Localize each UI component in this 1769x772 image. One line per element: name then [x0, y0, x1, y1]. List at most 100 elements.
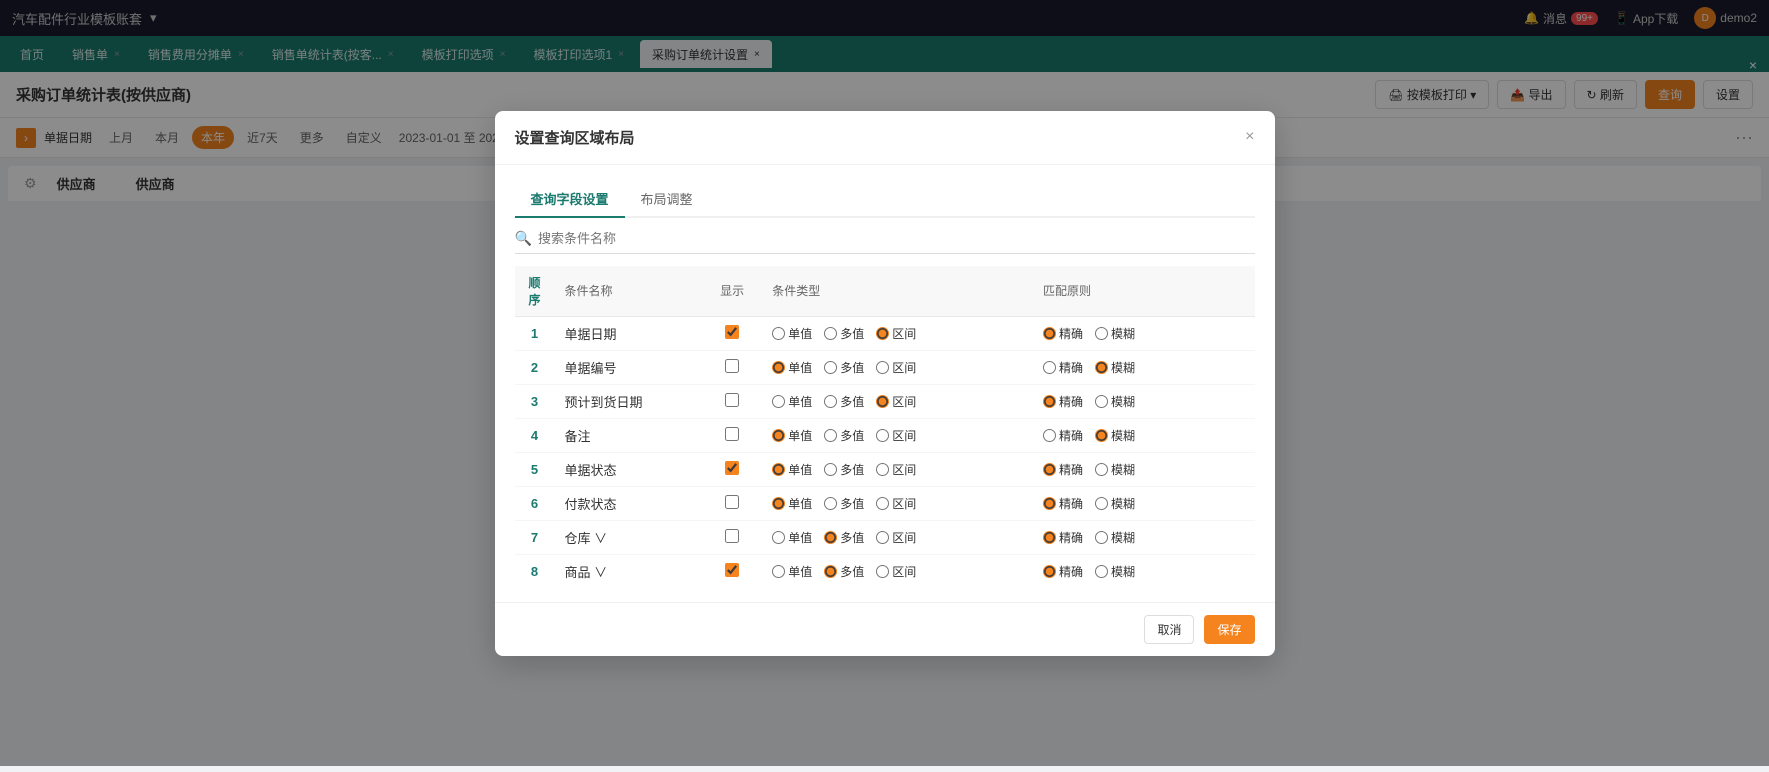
row-order-3: 3: [515, 384, 555, 418]
type-radio-type_multi-2[interactable]: 多值: [824, 359, 864, 376]
type-radio-type_single-4[interactable]: 单值: [772, 427, 812, 444]
match-radio-match_exact-2[interactable]: 精确: [1043, 359, 1083, 376]
dialog-body: 查询字段设置 布局调整 🔍 顺序 条件名称 显示 条件类型: [495, 165, 1275, 602]
type-radio-type_single-1[interactable]: 单值: [772, 325, 812, 342]
table-row: 2单据编号单值多值区间精确模糊: [515, 350, 1255, 384]
row-name-8: 商品 ∨: [555, 554, 703, 586]
type-radio-type_range-1[interactable]: 区间: [876, 325, 916, 342]
row-show-3: [702, 384, 762, 418]
match-radio-match_fuzzy-7[interactable]: 模糊: [1095, 529, 1135, 546]
match-radio-match_fuzzy-1[interactable]: 模糊: [1095, 325, 1135, 342]
row-name-1: 单据日期: [555, 316, 703, 350]
match-radio-match_exact-7[interactable]: 精确: [1043, 529, 1083, 546]
show-checkbox-2[interactable]: [725, 359, 739, 373]
table-row: 8商品 ∨ 单值多值区间 精确模糊: [515, 554, 1255, 586]
type-radio-type_range-5[interactable]: 区间: [876, 461, 916, 478]
row-show-8: [702, 554, 762, 586]
type-radio-type_range-2[interactable]: 区间: [876, 359, 916, 376]
row-show-5: [702, 452, 762, 486]
table-row: 4备注 单值多值区间 精确模糊: [515, 418, 1255, 452]
match-radio-match_exact-6[interactable]: 精确: [1043, 495, 1083, 512]
type-radio-type_single-3[interactable]: 单值: [772, 393, 812, 410]
row-match-3: 精确模糊: [1033, 384, 1255, 418]
match-radio-match_exact-3[interactable]: 精确: [1043, 393, 1083, 410]
table-row: 7仓库 ∨单值多值区间精确模糊: [515, 520, 1255, 554]
row-name-5: 单据状态: [555, 452, 703, 486]
dialog-tabs: 查询字段设置 布局调整: [515, 181, 1255, 218]
show-checkbox-5[interactable]: [725, 461, 739, 475]
type-radio-type_multi-1[interactable]: 多值: [824, 325, 864, 342]
save-button[interactable]: 保存: [1204, 615, 1254, 644]
show-checkbox-7[interactable]: [725, 529, 739, 543]
type-radio-type_single-7[interactable]: 单值: [772, 529, 812, 546]
tab-query-fields[interactable]: 查询字段设置: [515, 181, 625, 218]
modal-overlay: 设置查询区域布局 × 查询字段设置 布局调整 🔍 顺序: [0, 0, 1769, 766]
dialog-footer: 取消 保存: [495, 602, 1275, 656]
row-type-7: 单值多值区间: [762, 520, 1033, 554]
type-radio-type_multi-3[interactable]: 多值: [824, 393, 864, 410]
type-radio-type_multi-8[interactable]: 多值: [824, 563, 864, 580]
match-radio-match_fuzzy-3[interactable]: 模糊: [1095, 393, 1135, 410]
match-radio-match_fuzzy-8[interactable]: 模糊: [1095, 563, 1135, 580]
show-checkbox-3[interactable]: [725, 393, 739, 407]
type-radio-type_multi-6[interactable]: 多值: [824, 495, 864, 512]
row-match-1: 精确模糊: [1033, 316, 1255, 350]
type-radio-type_multi-4[interactable]: 多值: [824, 427, 864, 444]
table-row: 6付款状态 单值多值区间 精确模糊: [515, 486, 1255, 520]
row-type-2: 单值多值区间: [762, 350, 1033, 384]
row-match-5: 精确模糊: [1033, 452, 1255, 486]
dialog-header: 设置查询区域布局 ×: [495, 111, 1275, 165]
match-radio-match_fuzzy-4[interactable]: 模糊: [1095, 427, 1135, 444]
table-row: 5单据状态单值多值区间精确模糊: [515, 452, 1255, 486]
table-row: 1单据日期单值多值区间精确模糊: [515, 316, 1255, 350]
match-radio-match_exact-4[interactable]: 精确: [1043, 427, 1083, 444]
type-radio-type_range-8[interactable]: 区间: [876, 563, 916, 580]
row-match-8: 精确模糊: [1033, 554, 1255, 586]
row-name-6: 付款状态: [555, 486, 703, 520]
row-match-2: 精确模糊: [1033, 350, 1255, 384]
type-radio-type_single-8[interactable]: 单值: [772, 563, 812, 580]
match-radio-match_fuzzy-5[interactable]: 模糊: [1095, 461, 1135, 478]
type-radio-type_range-3[interactable]: 区间: [876, 393, 916, 410]
header-show: 显示: [702, 266, 762, 317]
dialog-title: 设置查询区域布局: [515, 127, 635, 148]
show-checkbox-4[interactable]: [725, 427, 739, 441]
dialog-close-button[interactable]: ×: [1245, 128, 1254, 146]
row-order-4: 4: [515, 418, 555, 452]
match-radio-match_fuzzy-2[interactable]: 模糊: [1095, 359, 1135, 376]
show-checkbox-6[interactable]: [725, 495, 739, 509]
header-order: 顺序: [515, 266, 555, 317]
row-show-4: [702, 418, 762, 452]
type-radio-type_single-6[interactable]: 单值: [772, 495, 812, 512]
type-radio-type_multi-7[interactable]: 多值: [824, 529, 864, 546]
match-radio-match_fuzzy-6[interactable]: 模糊: [1095, 495, 1135, 512]
row-order-1: 1: [515, 316, 555, 350]
type-radio-type_range-4[interactable]: 区间: [876, 427, 916, 444]
row-order-6: 6: [515, 486, 555, 520]
row-match-4: 精确模糊: [1033, 418, 1255, 452]
match-radio-match_exact-8[interactable]: 精确: [1043, 563, 1083, 580]
show-checkbox-8[interactable]: [725, 563, 739, 577]
row-name-4: 备注: [555, 418, 703, 452]
type-radio-type_single-2[interactable]: 单值: [772, 359, 812, 376]
type-radio-type_multi-5[interactable]: 多值: [824, 461, 864, 478]
match-radio-match_exact-5[interactable]: 精确: [1043, 461, 1083, 478]
tab-layout-adjust[interactable]: 布局调整: [625, 181, 709, 218]
row-show-1: [702, 316, 762, 350]
cancel-button[interactable]: 取消: [1144, 615, 1194, 644]
type-radio-type_single-5[interactable]: 单值: [772, 461, 812, 478]
row-show-7: [702, 520, 762, 554]
row-order-8: 8: [515, 554, 555, 586]
type-radio-type_range-6[interactable]: 区间: [876, 495, 916, 512]
header-name: 条件名称: [555, 266, 703, 317]
row-type-1: 单值多值区间: [762, 316, 1033, 350]
settings-dialog: 设置查询区域布局 × 查询字段设置 布局调整 🔍 顺序: [495, 111, 1275, 656]
match-radio-match_exact-1[interactable]: 精确: [1043, 325, 1083, 342]
row-show-6: [702, 486, 762, 520]
dialog-search: 🔍: [515, 230, 1255, 254]
show-checkbox-1[interactable]: [725, 325, 739, 339]
row-match-7: 精确模糊: [1033, 520, 1255, 554]
type-radio-type_range-7[interactable]: 区间: [876, 529, 916, 546]
search-icon: 🔍: [515, 230, 532, 247]
search-input[interactable]: [538, 231, 1255, 246]
